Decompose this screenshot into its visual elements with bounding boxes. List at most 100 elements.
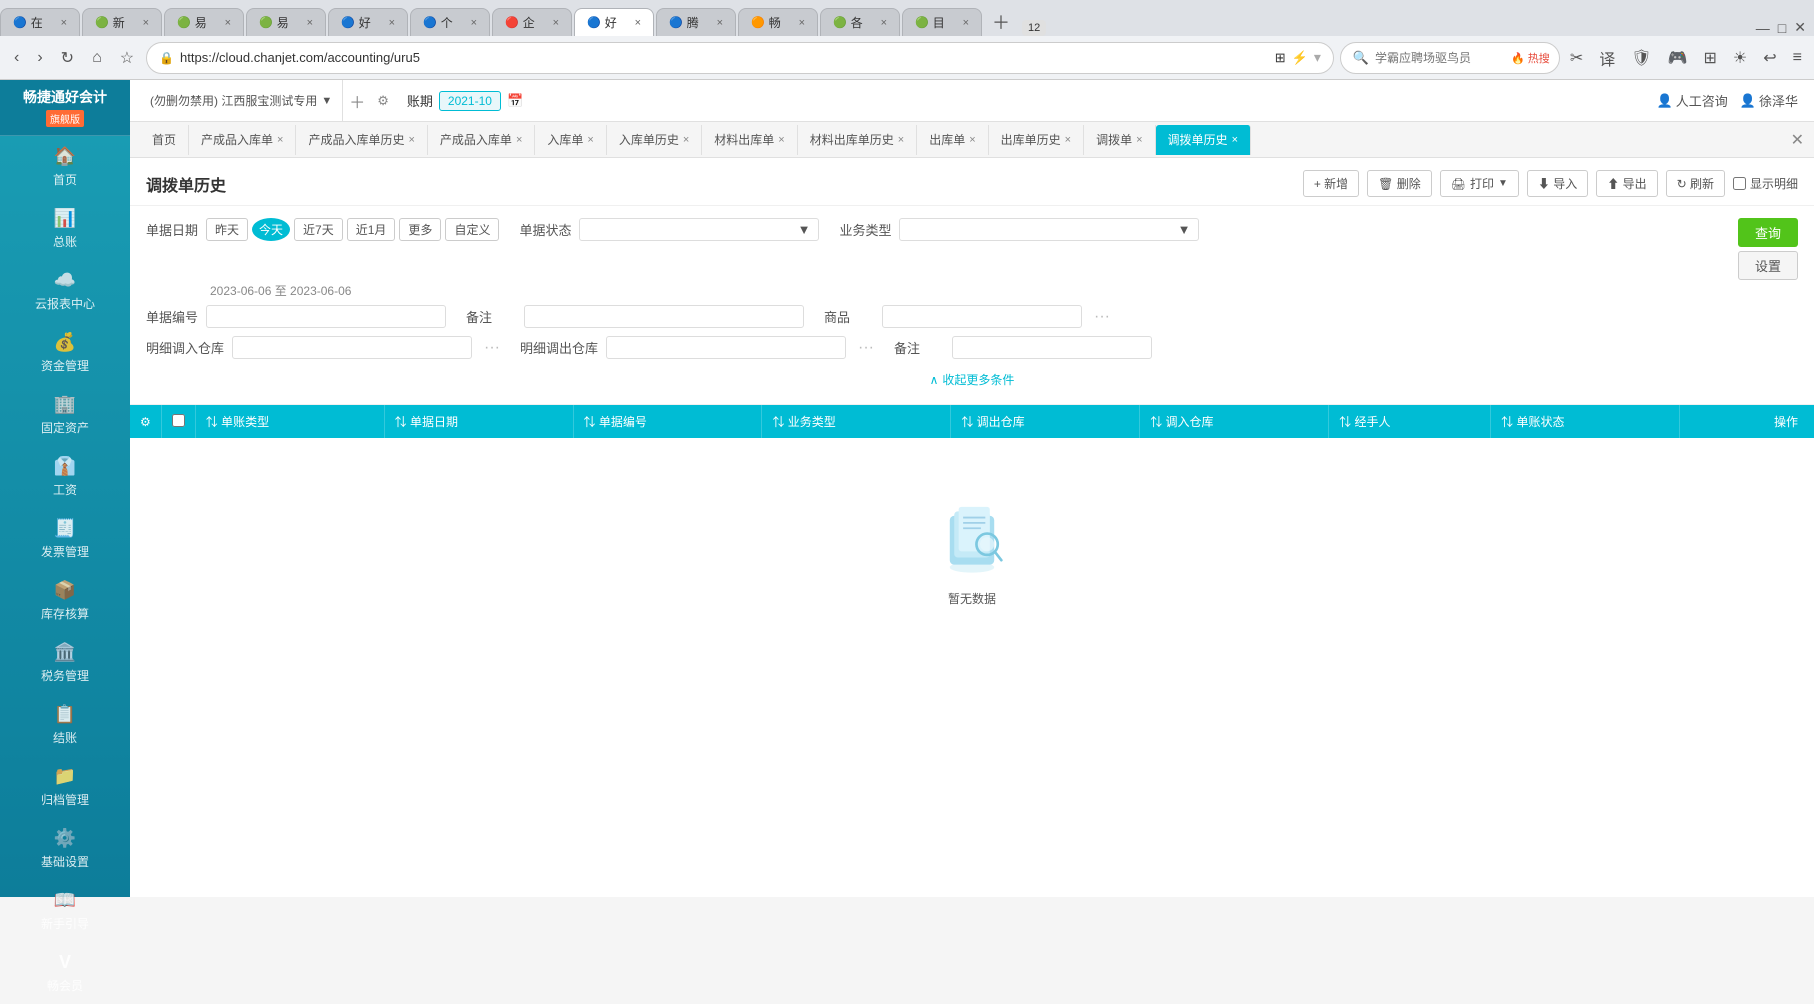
sidebar-item-payroll[interactable]: 👔 工资 (0, 446, 130, 508)
customer-service-link[interactable]: 👤 人工咨询 (1657, 91, 1728, 110)
scissors-icon[interactable]: ✂ (1566, 46, 1587, 70)
browser-tab-4[interactable]: 🟢 易 × (246, 8, 326, 36)
tab-close-11[interactable]: × (875, 17, 887, 29)
delete-button[interactable]: 🗑 删除 (1367, 170, 1432, 197)
sidebar-item-settings[interactable]: ⚙️ 基础设置 (0, 818, 130, 880)
browser-tab-11[interactable]: 🟢 各 × (820, 8, 900, 36)
browser-tab-8[interactable]: 🔵 好 × (574, 8, 654, 36)
sidebar-item-invoice[interactable]: 🧾 发票管理 (0, 508, 130, 570)
th-doc-status[interactable]: ⇅ 单账状态 (1491, 405, 1680, 438)
search-input[interactable] (1375, 51, 1505, 65)
menu-icon[interactable]: ≡ (1789, 47, 1806, 69)
select-all-checkbox[interactable] (172, 414, 185, 427)
sidebar-item-vip[interactable]: V 畅会员 (0, 942, 130, 1004)
sidebar-item-fixed-assets[interactable]: 🏢 固定资产 (0, 384, 130, 446)
content-tab-prod-in-hist-close[interactable]: × (408, 134, 414, 146)
print-button[interactable]: 🖨 打印 ▼ (1440, 170, 1519, 197)
sidebar-item-home[interactable]: 🏠 首页 (0, 136, 130, 198)
sidebar-item-ledger[interactable]: 📊 总账 (0, 198, 130, 260)
maximize-icon[interactable]: □ (1778, 20, 1786, 36)
detail-out-more-icon[interactable]: ··· (858, 339, 874, 357)
export-button[interactable]: ⬆ 导出 (1596, 170, 1657, 197)
sidebar-item-guide[interactable]: 📖 新手引导 (0, 880, 130, 942)
shield-icon[interactable]: 🛡 (1627, 46, 1655, 70)
filter-settings-button[interactable]: 设置 (1738, 251, 1798, 280)
content-tab-in[interactable]: 入库单 × (535, 125, 606, 155)
note-input[interactable] (524, 305, 804, 328)
detail-note-input[interactable] (952, 336, 1152, 359)
sidebar-item-tax[interactable]: 🏛️ 税务管理 (0, 632, 130, 694)
browser-tab-1[interactable]: 🔵 在 × (0, 8, 80, 36)
collapse-filter-button[interactable]: ∧ 收起更多条件 (146, 367, 1798, 392)
tab-close-3[interactable]: × (219, 17, 231, 29)
content-tab-out-hist-close[interactable]: × (1065, 134, 1071, 146)
refresh-button[interactable]: ↻ 刷新 (1666, 170, 1725, 197)
tab-close-12[interactable]: × (957, 17, 969, 29)
period-value[interactable]: 2021-10 (439, 91, 501, 111)
content-tab-out-hist[interactable]: 出库单历史 × (989, 125, 1084, 155)
content-tab-transfer-hist-close[interactable]: × (1232, 134, 1238, 146)
add-company-button[interactable]: ＋ (343, 89, 371, 113)
bookmark-button[interactable]: ☆ (114, 44, 140, 72)
date-btn-1month[interactable]: 近1月 (347, 218, 396, 241)
game-icon[interactable]: 🎮 (1664, 46, 1692, 70)
bookmark-star-icon[interactable]: ▾ (1314, 49, 1321, 66)
detail-out-input[interactable] (606, 336, 846, 359)
content-tab-prod-in-2-close[interactable]: × (516, 134, 522, 146)
home-button[interactable]: ⌂ (86, 45, 108, 71)
back-button[interactable]: ‹ (8, 45, 25, 71)
tab-close-2[interactable]: × (137, 17, 149, 29)
company-selector[interactable]: (勿删勿禁用) 江西服宝测试专用 ▼ (140, 80, 343, 121)
content-tab-mat-out-close[interactable]: × (778, 134, 784, 146)
browser-tab-10[interactable]: 🟠 畅 × (738, 8, 818, 36)
detail-in-more-icon[interactable]: ··· (484, 339, 500, 357)
print-dropdown-icon[interactable]: ▼ (1498, 178, 1508, 189)
browser-tab-9[interactable]: 🔵 腾 × (656, 8, 736, 36)
content-tab-prod-in-hist[interactable]: 产成品入库单历史 × (296, 125, 427, 155)
browser-search-bar[interactable]: 🔍 🔥 热搜 (1340, 42, 1560, 74)
content-tab-in-hist[interactable]: 入库单历史 × (607, 125, 702, 155)
close-icon[interactable]: ✕ (1794, 19, 1806, 36)
th-doc-date[interactable]: ⇅ 单据日期 (384, 405, 573, 438)
content-tab-transfer-hist[interactable]: 调拨单历史 × (1156, 125, 1251, 155)
th-handler[interactable]: ⇅ 经手人 (1329, 405, 1491, 438)
content-tab-in-hist-close[interactable]: × (683, 134, 689, 146)
date-btn-7days[interactable]: 近7天 (294, 218, 343, 241)
content-tab-transfer-close[interactable]: × (1136, 134, 1142, 146)
content-tab-prod-in-close[interactable]: × (277, 134, 283, 146)
date-btn-yesterday[interactable]: 昨天 (206, 218, 248, 241)
content-tab-out-close[interactable]: × (969, 134, 975, 146)
content-tab-prod-in-2[interactable]: 产成品入库单 × (428, 125, 535, 155)
content-tab-mat-out-hist-close[interactable]: × (898, 134, 904, 146)
browser-tab-12[interactable]: 🟢 目 × (902, 8, 982, 36)
new-button[interactable]: + 新增 (1303, 170, 1359, 197)
grid-icon[interactable]: ⊞ (1700, 46, 1721, 70)
date-btn-more[interactable]: 更多 (399, 218, 441, 241)
biz-type-select[interactable]: ▼ (899, 218, 1199, 241)
close-all-tabs-button[interactable]: ✕ (1791, 130, 1804, 150)
sidebar-item-archive[interactable]: 📁 归档管理 (0, 756, 130, 818)
th-doc-num[interactable]: ⇅ 单据编号 (573, 405, 762, 438)
content-tab-out[interactable]: 出库单 × (917, 125, 988, 155)
content-tab-mat-out-hist[interactable]: 材料出库单历史 × (798, 125, 917, 155)
th-checkbox[interactable] (161, 405, 195, 438)
sidebar-item-inventory[interactable]: 📦 库存核算 (0, 570, 130, 632)
th-doc-type[interactable]: ⇅ 单账类型 (195, 405, 384, 438)
import-button[interactable]: ⬇ 导入 (1527, 170, 1588, 197)
user-avatar[interactable]: 👤 徐泽华 (1740, 91, 1798, 110)
calendar-icon[interactable]: 📅 (507, 93, 523, 109)
minimize-icon[interactable]: — (1756, 20, 1770, 36)
sidebar-item-closing[interactable]: 📋 结账 (0, 694, 130, 756)
brightness-icon[interactable]: ☀ (1729, 46, 1751, 70)
doc-num-input[interactable] (206, 305, 446, 328)
content-tab-transfer[interactable]: 调拨单 × (1084, 125, 1155, 155)
company-dropdown-icon[interactable]: ▼ (321, 95, 332, 107)
th-gear[interactable]: ⚙ (130, 405, 161, 438)
content-tab-mat-out[interactable]: 材料出库单 × (702, 125, 797, 155)
translate-icon[interactable]: 译 (1595, 44, 1619, 72)
address-bar[interactable]: 🔒 https://cloud.chanjet.com/accounting/u… (146, 42, 1334, 74)
browser-tab-5[interactable]: 🔵 好 × (328, 8, 408, 36)
date-btn-today[interactable]: 今天 (252, 218, 290, 241)
content-tab-in-close[interactable]: × (587, 134, 593, 146)
tab-close-4[interactable]: × (301, 17, 313, 29)
